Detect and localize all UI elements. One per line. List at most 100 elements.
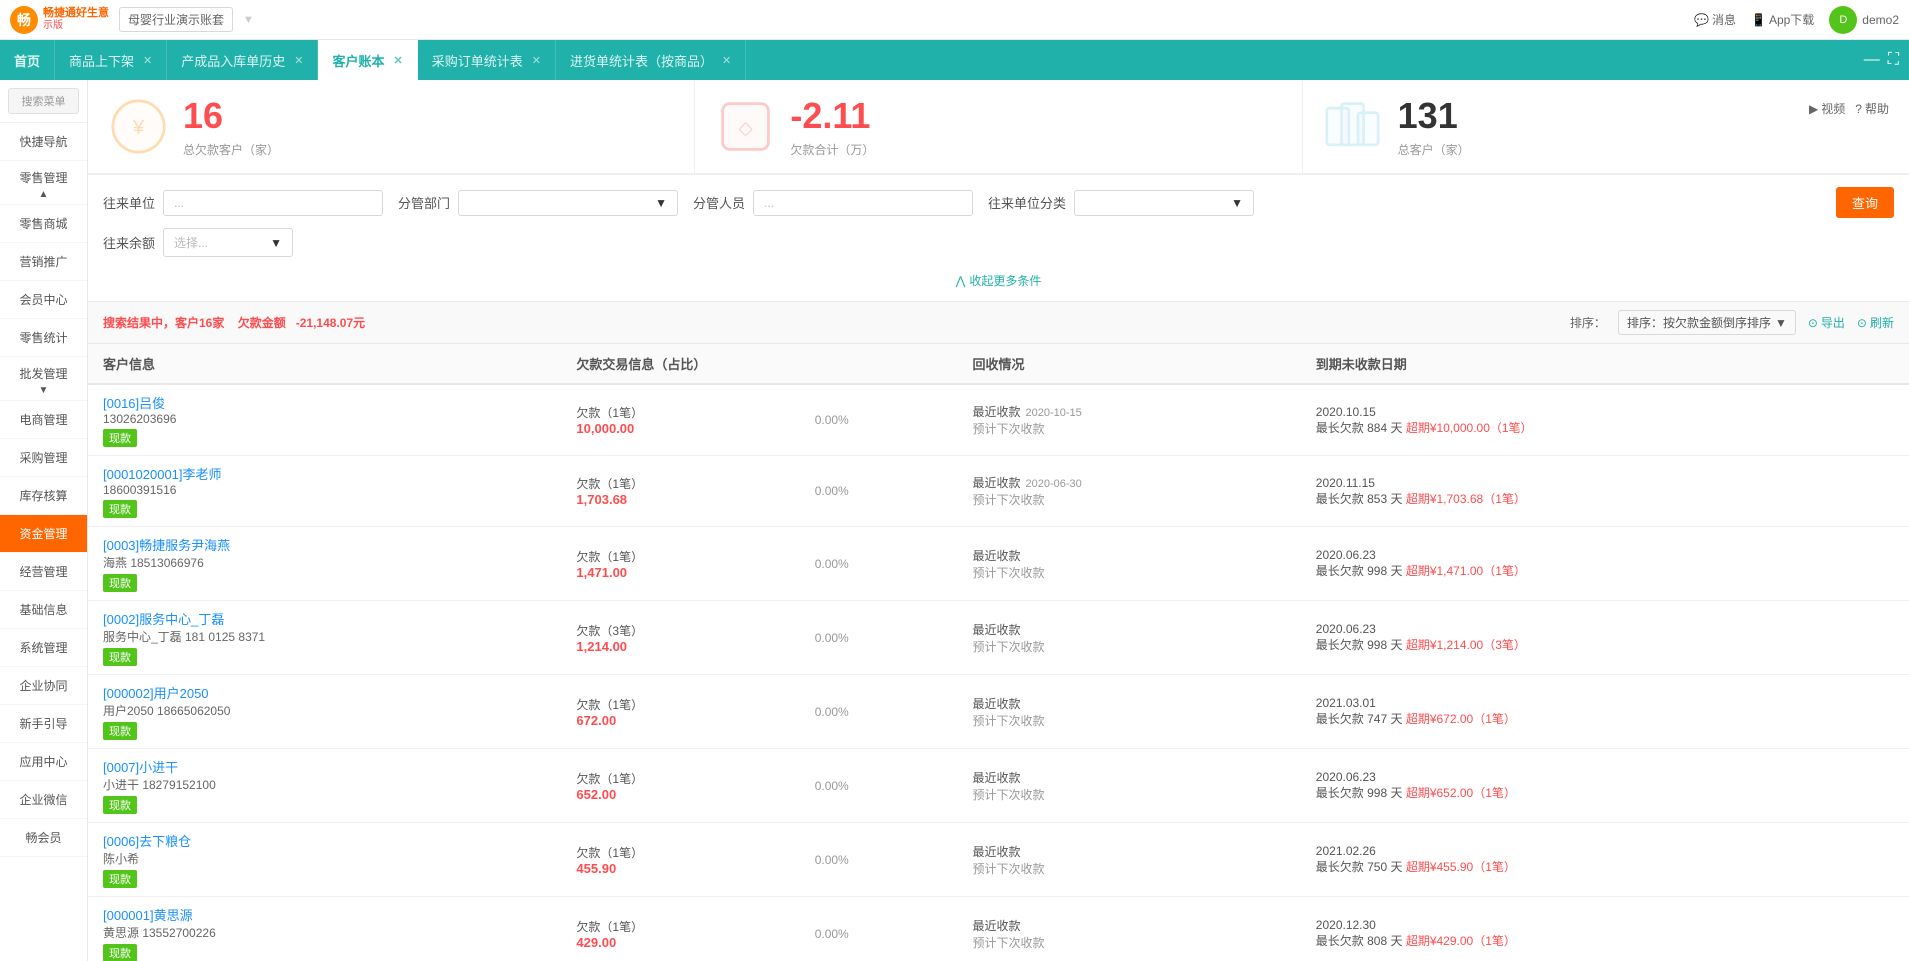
company-selector[interactable]: 母婴行业演示账套	[119, 7, 233, 32]
tab-product-off-close[interactable]: ✕	[143, 54, 152, 67]
overdue-tag[interactable]: 超期¥455.90（1笔）	[1406, 860, 1516, 874]
td-pct-3: 0.00%	[800, 601, 958, 675]
sidebar-item-purchase[interactable]: 采购管理	[0, 439, 87, 477]
tab-product-history-close[interactable]: ✕	[294, 54, 303, 67]
tab-product-history[interactable]: 产成品入库单历史 ✕	[167, 40, 318, 80]
sidebar-item-app-center[interactable]: 应用中心	[0, 743, 87, 781]
sidebar-item-newbie[interactable]: 新手引导	[0, 705, 87, 743]
overdue-tag[interactable]: 超期¥429.00（1笔）	[1406, 934, 1516, 948]
due-date: 2020.10.15	[1316, 405, 1894, 419]
tab-purchase-order-close[interactable]: ✕	[532, 54, 541, 67]
sidebar-item-marketing[interactable]: 营销推广	[0, 243, 87, 281]
video-btn[interactable]: ▶ 视频	[1809, 100, 1845, 117]
sidebar-item-ops[interactable]: 经营管理	[0, 553, 87, 591]
refresh-btn[interactable]: ⊙ 刷新	[1857, 314, 1894, 331]
tab-purchase-stats-close[interactable]: ✕	[722, 54, 731, 67]
stat-actions: ▶ 视频 ? 帮助	[1809, 95, 1889, 117]
sidebar-item-quick-nav[interactable]: 快捷导航	[0, 123, 87, 161]
debt-amount[interactable]: 429.00	[576, 935, 784, 950]
category-arrow: ▼	[1231, 196, 1243, 210]
customer-link[interactable]: [0002]服务中心_丁磊	[103, 612, 224, 627]
tab-customer-account[interactable]: 客户账本 ✕	[318, 40, 417, 80]
overdue-tag[interactable]: 超期¥652.00（1笔）	[1406, 786, 1516, 800]
supplier-input[interactable]: ...	[163, 190, 383, 216]
sort-label-text: 排序：按欠款金额倒序排序	[1627, 314, 1771, 331]
table-row: [0003]畅捷服务尹海燕 海燕 18513066976 现款 欠款（1笔） 1…	[88, 527, 1909, 601]
customer-link[interactable]: [0016]吕俊	[103, 396, 165, 411]
overdue-tag[interactable]: 超期¥672.00（1笔）	[1406, 712, 1516, 726]
sidebar-item-ecommerce[interactable]: 电商管理	[0, 401, 87, 439]
debt-amount[interactable]: 1,214.00	[576, 639, 784, 654]
collapse-button[interactable]: ⋀ 收起更多条件	[103, 267, 1894, 289]
category-label: 往来单位分类	[988, 193, 1066, 212]
tab-purchase-order[interactable]: 采购订单统计表 ✕	[418, 40, 556, 80]
dept-select[interactable]: ▼	[458, 190, 678, 216]
app-download-btn[interactable]: 📱 App下载	[1751, 11, 1814, 28]
debt-pct: 0.00%	[815, 413, 849, 427]
data-table: 客户信息 欠款交易信息（占比） 回收情况 到期未收款日期 [0016]吕俊 13…	[88, 344, 1909, 961]
customer-link[interactable]: [0003]畅捷服务尹海燕	[103, 538, 230, 553]
maximize-icon[interactable]: ⛶	[1888, 51, 1899, 69]
customer-tag: 现款	[103, 429, 137, 447]
debt-amount[interactable]: 455.90	[576, 861, 784, 876]
recent-pay: 最近收款	[973, 769, 1286, 786]
help-btn[interactable]: ? 帮助	[1855, 100, 1889, 117]
td-due-3: 2020.06.23 最长欠款 998 天 超期¥1,214.00（3笔）	[1301, 601, 1909, 675]
sidebar: 搜索菜单 快捷导航 零售管理 ▲ 零售商城 营销推广 会员中心 零售统计 批	[0, 80, 88, 961]
sidebar-item-retail-store[interactable]: 零售商城	[0, 205, 87, 243]
debt-amount[interactable]: 1,471.00	[576, 565, 784, 580]
td-customer-1: [0001020001]李老师 18600391516 现款	[88, 456, 561, 527]
sidebar-item-basic-info[interactable]: 基础信息	[0, 591, 87, 629]
logo-area: 畅 畅捷通好生意 示版	[10, 6, 109, 34]
search-button[interactable]: 查询	[1836, 187, 1894, 218]
th-recovery: 回收情况	[958, 344, 1301, 384]
results-info: 搜索结果中，客户16家 欠款金额 -21,148.07元	[103, 314, 365, 331]
customer-link[interactable]: [0006]去下粮仓	[103, 834, 191, 849]
overdue-tag[interactable]: 超期¥1,214.00（3笔）	[1406, 638, 1526, 652]
td-pct-0: 0.00%	[800, 384, 958, 456]
sidebar-item-enterprise-coop[interactable]: 企业协同	[0, 667, 87, 705]
overdue-tag[interactable]: 超期¥1,703.68（1笔）	[1406, 492, 1526, 506]
svg-text:¥: ¥	[131, 117, 144, 139]
user-area[interactable]: D demo2	[1829, 6, 1899, 34]
tab-home[interactable]: 首页	[0, 40, 55, 80]
sort-select[interactable]: 排序：按欠款金额倒序排序 ▼	[1618, 310, 1796, 335]
sidebar-search: 搜索菜单	[0, 80, 87, 123]
message-btn[interactable]: 💬 消息	[1694, 11, 1736, 28]
overdue-tag[interactable]: 超期¥10,000.00（1笔）	[1406, 421, 1533, 435]
tab-customer-account-close[interactable]: ✕	[394, 54, 403, 67]
customer-link[interactable]: [0007]小进干	[103, 760, 178, 775]
sidebar-item-batch-mgmt[interactable]: 批发管理 ▼	[0, 357, 87, 401]
sidebar-item-enterprise-wechat[interactable]: 企业微信	[0, 781, 87, 819]
debt-amount-icon: ◇	[715, 97, 775, 157]
search-menu-btn[interactable]: 搜索菜单	[8, 88, 79, 114]
balance-select[interactable]: 选择... ▼	[163, 228, 293, 257]
sidebar-item-member-vip[interactable]: 畅会员	[0, 819, 87, 857]
tab-product-off[interactable]: 商品上下架 ✕	[55, 40, 167, 80]
debt-amount[interactable]: 1,703.68	[576, 492, 784, 507]
debt-pct: 0.00%	[815, 557, 849, 571]
debt-amount[interactable]: 10,000.00	[576, 421, 784, 436]
td-due-4: 2021.03.01 最长欠款 747 天 超期¥672.00（1笔）	[1301, 675, 1909, 749]
export-btn[interactable]: ⊙ 导出	[1808, 314, 1845, 331]
customer-link[interactable]: [0001020001]李老师	[103, 467, 222, 482]
tab-purchase-stats[interactable]: 进货单统计表（按商品） ✕	[556, 40, 746, 80]
sidebar-item-retail-stats[interactable]: 零售统计	[0, 319, 87, 357]
td-debt-7: 欠款（1笔） 429.00	[561, 897, 799, 961]
category-select[interactable]: ▼	[1074, 190, 1254, 216]
overdue-tag[interactable]: 超期¥1,471.00（1笔）	[1406, 564, 1526, 578]
sidebar-item-inventory[interactable]: 库存核算	[0, 477, 87, 515]
sidebar-item-finance[interactable]: 资金管理	[0, 515, 87, 553]
manager-input[interactable]: ...	[753, 190, 973, 216]
sidebar-item-retail-mgmt[interactable]: 零售管理 ▲	[0, 161, 87, 205]
debt-amount[interactable]: 672.00	[576, 713, 784, 728]
filter-manager: 分管人员 ...	[693, 190, 973, 216]
sidebar-item-member[interactable]: 会员中心	[0, 281, 87, 319]
sidebar-item-system[interactable]: 系统管理	[0, 629, 87, 667]
debt-amount[interactable]: 652.00	[576, 787, 784, 802]
customer-link[interactable]: [000002]用户2050	[103, 686, 209, 701]
customer-link[interactable]: [000001]黄思源	[103, 908, 193, 923]
dept-label: 分管部门	[398, 193, 450, 212]
manager-dots: ...	[764, 196, 774, 210]
minimize-icon[interactable]: —	[1864, 51, 1880, 69]
